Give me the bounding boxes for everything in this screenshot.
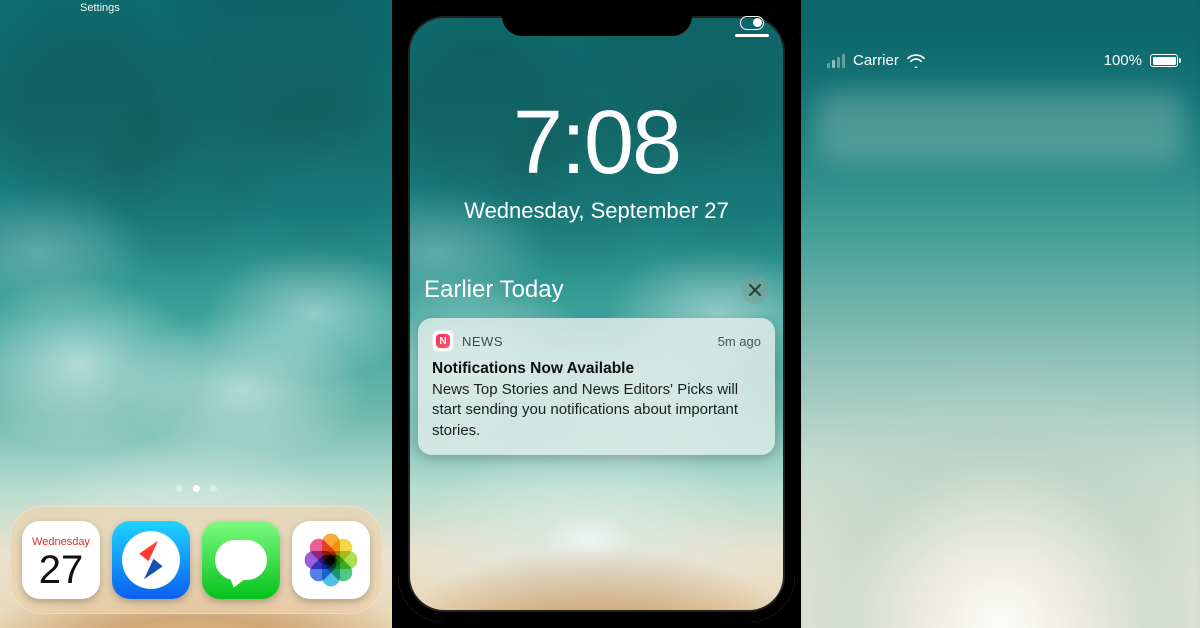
lock-screen-status-icons xyxy=(735,16,769,37)
page-indicator[interactable] xyxy=(0,485,392,492)
compass-icon xyxy=(122,531,180,589)
status-bar: Carrier 100% xyxy=(801,52,1200,69)
battery-full-icon xyxy=(1150,54,1178,67)
notification-card[interactable]: N NEWS 5m ago Notifications Now Availabl… xyxy=(418,318,775,455)
battery-percentage: 100% xyxy=(1104,52,1142,69)
do-not-disturb-icon[interactable] xyxy=(740,16,764,30)
home-app-labels-row: Settings xyxy=(0,2,392,14)
page-dot-active xyxy=(193,485,200,492)
clear-notifications-button[interactable] xyxy=(741,276,769,304)
notification-section-title: Earlier Today xyxy=(424,276,564,304)
device-notch xyxy=(502,6,692,36)
calendar-weekday: Wednesday xyxy=(32,536,90,548)
notification-body: News Top Stories and News Editors' Picks… xyxy=(432,380,761,441)
status-underline xyxy=(735,34,769,37)
notification-header: N NEWS 5m ago xyxy=(432,330,761,352)
lock-screen-time: 7:08 xyxy=(398,92,795,195)
status-bar-panel: Carrier 100% xyxy=(801,0,1200,628)
speech-bubble-icon xyxy=(215,540,267,580)
cellular-signal-icon xyxy=(827,54,845,68)
calendar-app-icon[interactable]: Wednesday 27 xyxy=(22,521,100,599)
carrier-label: Carrier xyxy=(853,52,899,69)
device-frame: 7:08 Wednesday, September 27 Earlier Tod… xyxy=(398,6,795,622)
calendar-day-number: 27 xyxy=(39,550,84,590)
home-screen-panel: Settings Wednesday 27 xyxy=(0,0,392,628)
wifi-icon xyxy=(907,54,925,68)
messages-app-icon[interactable] xyxy=(202,521,280,599)
lock-screen-date: Wednesday, September 27 xyxy=(398,198,795,224)
notification-app-label: NEWS xyxy=(462,334,503,349)
blurred-wallpaper xyxy=(801,0,1200,628)
page-dot xyxy=(176,485,183,492)
home-label-2: Settings xyxy=(80,2,120,14)
notification-title: Notifications Now Available xyxy=(432,360,761,378)
page-dot xyxy=(210,485,217,492)
photos-app-icon[interactable] xyxy=(292,521,370,599)
dock: Wednesday 27 xyxy=(10,506,382,614)
news-app-icon: N xyxy=(432,330,454,352)
photos-flower-icon xyxy=(303,532,359,588)
safari-app-icon[interactable] xyxy=(112,521,190,599)
lock-screen-panel: 7:08 Wednesday, September 27 Earlier Tod… xyxy=(392,0,801,628)
close-icon xyxy=(749,284,761,296)
notification-timestamp: 5m ago xyxy=(718,334,761,349)
